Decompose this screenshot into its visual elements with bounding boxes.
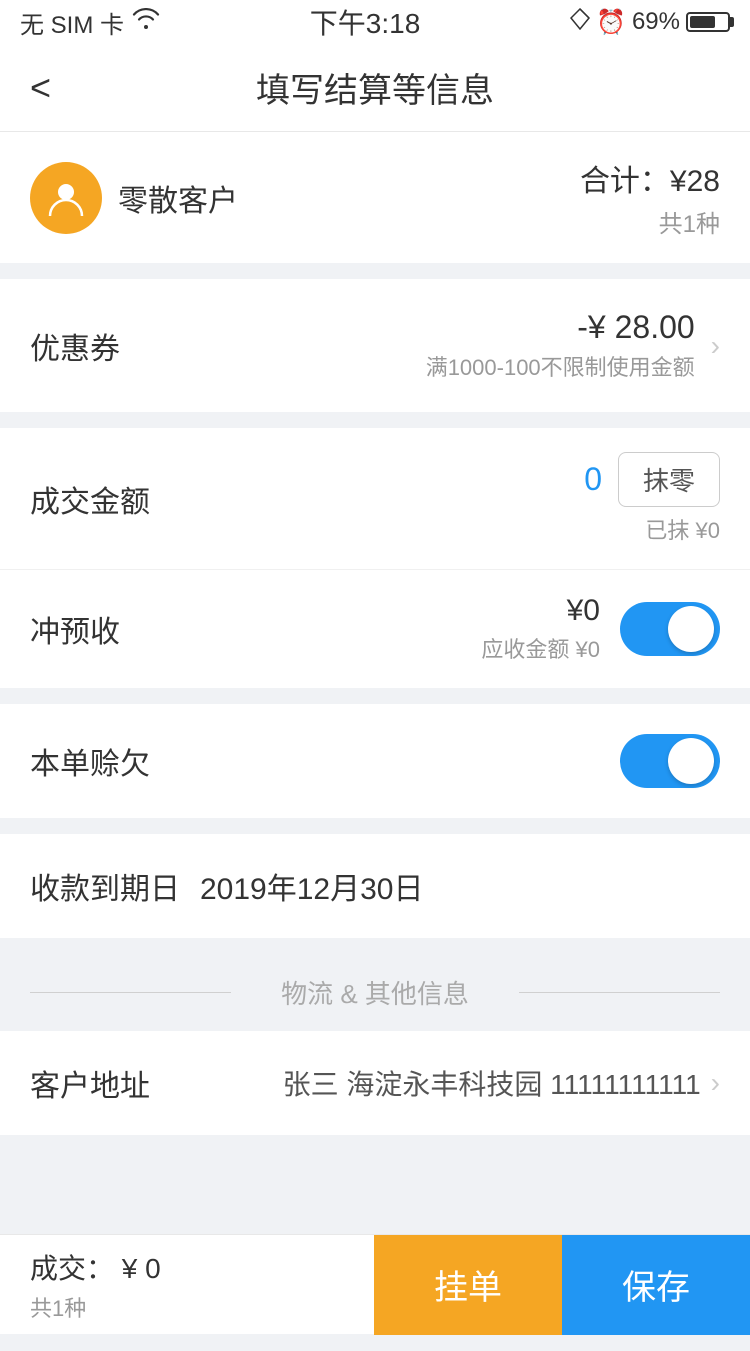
- address-label: 客户地址: [30, 1061, 150, 1105]
- credit-toggle-knob: [668, 738, 714, 784]
- customer-total: 合计：¥28: [580, 156, 720, 200]
- deal-section: 成交金额 0 抹零 已抹 ¥0 冲预收 ¥0 应收金额 ¥0: [0, 428, 750, 688]
- carrier-text: 无 SIM 卡: [20, 5, 124, 40]
- customer-name: 零散客户: [118, 176, 238, 220]
- coupon-section: 优惠券 -¥ 28.00 满1000-100不限制使用金额 ›: [0, 279, 750, 412]
- coupon-value-block: -¥ 28.00 满1000-100不限制使用金额: [426, 309, 695, 382]
- bottom-info: 成交： ¥ 0 共1种: [0, 1247, 374, 1323]
- customer-left: 零散客户: [30, 162, 238, 234]
- advance-label: 冲预收: [30, 607, 120, 651]
- advance-toggle[interactable]: [620, 602, 720, 656]
- deal-amount-row: 成交金额 0 抹零 已抹 ¥0: [0, 428, 750, 570]
- coupon-row[interactable]: 优惠券 -¥ 28.00 满1000-100不限制使用金额 ›: [0, 279, 750, 412]
- due-label: 收款到期日: [30, 864, 180, 908]
- save-button[interactable]: 保存: [562, 1235, 750, 1335]
- location-icon: [570, 8, 590, 36]
- coupon-amount: -¥ 28.00: [426, 309, 695, 346]
- bottom-deal-text: 成交： ¥ 0: [30, 1247, 344, 1287]
- advance-sub-amount: 应收金额 ¥0: [481, 632, 600, 664]
- advance-row: 冲预收 ¥0 应收金额 ¥0: [0, 570, 750, 688]
- status-time: 下午3:18: [310, 2, 421, 42]
- address-chevron-icon: ›: [711, 1067, 720, 1099]
- main-content: 零散客户 合计：¥28 共1种 优惠券 -¥ 28.00 满1000-100不限…: [0, 132, 750, 1351]
- logistics-separator: 物流 & 其他信息: [0, 954, 750, 1031]
- address-section[interactable]: 客户地址 张三 海淀永丰科技园 11111111111 ›: [0, 1031, 750, 1135]
- bottom-deal-label: 成交：: [30, 1253, 114, 1284]
- customer-section: 零散客户 合计：¥28 共1种: [0, 132, 750, 263]
- coupon-desc: 满1000-100不限制使用金额: [426, 350, 695, 382]
- customer-count: 共1种: [580, 204, 720, 239]
- advance-main-amount: ¥0: [481, 594, 600, 628]
- bottom-bar: 成交： ¥ 0 共1种 挂单 保存: [0, 1234, 750, 1334]
- hang-button[interactable]: 挂单: [374, 1235, 562, 1335]
- advance-right: ¥0 应收金额 ¥0: [481, 594, 720, 664]
- separator-line-right: [519, 992, 720, 993]
- toggle-knob: [668, 606, 714, 652]
- round-button[interactable]: 抹零: [618, 452, 720, 507]
- due-date-value[interactable]: 2019年12月30日: [200, 864, 423, 908]
- status-right: ⏰ 69%: [570, 8, 730, 37]
- separator-line-left: [30, 992, 231, 993]
- status-left: 无 SIM 卡: [20, 5, 160, 40]
- customer-avatar: [30, 162, 102, 234]
- back-button[interactable]: <: [30, 67, 51, 109]
- deal-amount-block: 0 抹零 已抹 ¥0: [584, 452, 720, 545]
- bottom-deal-value: ¥ 0: [122, 1253, 161, 1284]
- wifi-icon: [132, 8, 160, 36]
- credit-toggle[interactable]: [620, 734, 720, 788]
- deal-sub: 已抹 ¥0: [645, 513, 720, 545]
- due-section: 收款到期日 2019年12月30日: [0, 834, 750, 938]
- deal-number[interactable]: 0: [584, 461, 602, 498]
- coupon-label: 优惠券: [30, 324, 120, 368]
- bottom-count: 共1种: [30, 1291, 344, 1323]
- credit-label: 本单赊欠: [30, 739, 150, 783]
- battery-icon: [686, 12, 730, 32]
- page-title: 填写结算等信息: [256, 63, 494, 112]
- address-value: 张三 海淀永丰科技园 11111111111: [150, 1063, 701, 1103]
- chevron-right-icon: ›: [711, 330, 720, 362]
- deal-input-area: 0 抹零: [584, 452, 720, 507]
- logistics-label: 物流 & 其他信息: [281, 974, 469, 1011]
- battery-percent: 69%: [632, 8, 680, 36]
- deal-amount-label: 成交金额: [30, 477, 150, 521]
- status-bar: 无 SIM 卡 下午3:18 ⏰ 69%: [0, 0, 750, 44]
- alarm-icon: ⏰: [596, 8, 626, 37]
- credit-section: 本单赊欠: [0, 704, 750, 818]
- advance-amounts: ¥0 应收金额 ¥0: [481, 594, 600, 664]
- customer-right: 合计：¥28 共1种: [580, 156, 720, 239]
- nav-bar: < 填写结算等信息: [0, 44, 750, 132]
- coupon-right: -¥ 28.00 满1000-100不限制使用金额 ›: [426, 309, 720, 382]
